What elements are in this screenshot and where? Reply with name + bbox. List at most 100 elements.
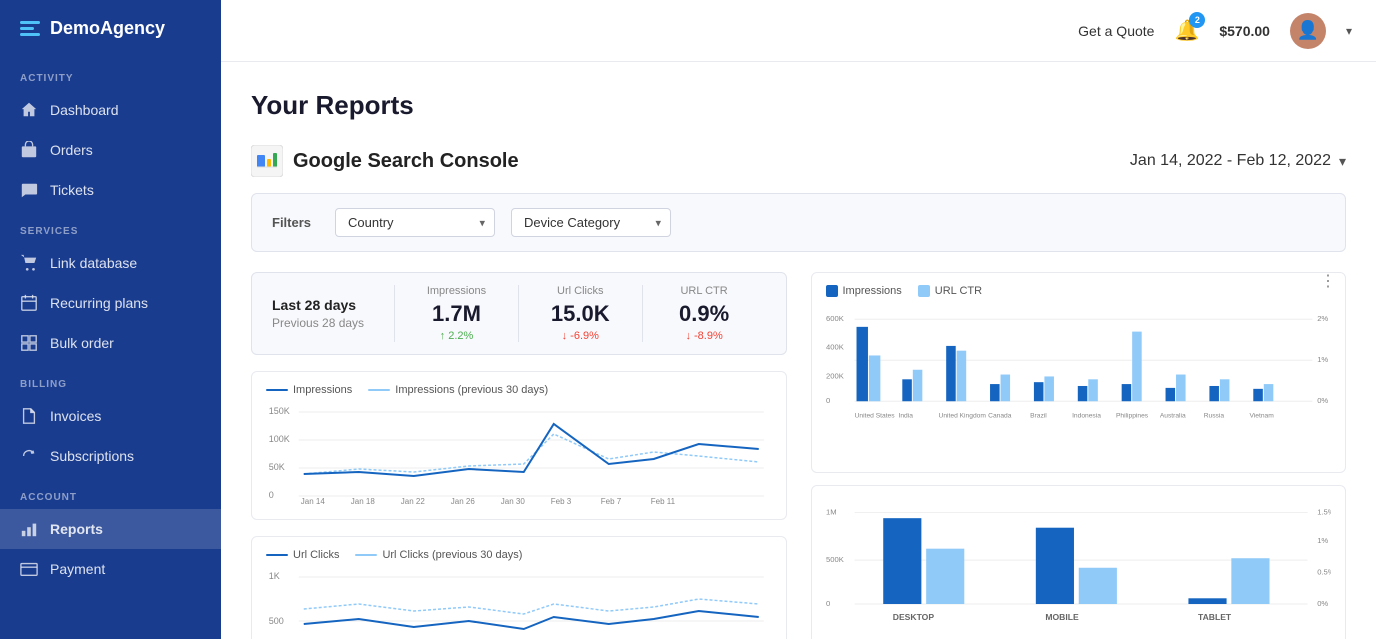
svg-text:0%: 0% xyxy=(1317,598,1328,607)
sidebar-item-label: Reports xyxy=(50,521,103,537)
svg-text:600K: 600K xyxy=(826,314,844,323)
sidebar-item-dashboard[interactable]: Dashboard xyxy=(0,90,221,130)
stats-url-clicks: Url Clicks 15.0K ↓ -6.9% xyxy=(518,285,642,342)
file-icon xyxy=(20,407,38,425)
svg-text:500: 500 xyxy=(269,616,284,626)
svg-text:Jan 30: Jan 30 xyxy=(501,497,526,506)
legend-impressions-prev-label: Impressions (previous 30 days) xyxy=(395,384,548,396)
sidebar-item-label: Dashboard xyxy=(50,102,119,118)
more-options-icon[interactable]: ⋮ xyxy=(1320,271,1337,291)
stats-period-main: Last 28 days xyxy=(272,297,364,313)
sidebar-item-label: Tickets xyxy=(50,182,94,198)
legend-url-clicks-label: Url Clicks xyxy=(293,549,339,561)
sidebar-item-recurring-plans[interactable]: Recurring plans xyxy=(0,283,221,323)
impressions-bar-square xyxy=(826,285,838,297)
stats-impressions-value: 1.7M xyxy=(415,301,498,327)
url-ctr-bar-label: URL CTR xyxy=(935,285,982,297)
legend-impressions-prev-line xyxy=(368,389,390,391)
notifications-bell[interactable]: 🔔 2 xyxy=(1174,18,1199,43)
sidebar-item-subscriptions[interactable]: Subscriptions xyxy=(0,436,221,476)
svg-text:0: 0 xyxy=(826,396,830,405)
sidebar-item-label: Link database xyxy=(50,255,137,271)
impressions-svg: 150K 100K 50K 0 Jan 14 xyxy=(266,404,772,504)
svg-text:Jan 18: Jan 18 xyxy=(351,497,376,506)
section-services: SERVICES xyxy=(0,210,221,243)
gsc-date-chevron: ▾ xyxy=(1339,153,1346,170)
url-clicks-line-chart: Url Clicks Url Clicks (previous 30 days)… xyxy=(251,536,787,639)
sidebar: DemoAgency ACTIVITY Dashboard Orders Tic… xyxy=(0,0,221,639)
svg-text:Jan 22: Jan 22 xyxy=(401,497,426,506)
svg-text:United States: United States xyxy=(854,412,895,419)
calendar-icon xyxy=(20,294,38,312)
country-filter-wrap: Country xyxy=(335,208,495,237)
page-title: Your Reports xyxy=(251,90,1346,121)
country-select[interactable]: Country xyxy=(335,208,495,237)
url-ctr-bar-square xyxy=(918,285,930,297)
sidebar-item-invoices[interactable]: Invoices xyxy=(0,396,221,436)
sidebar-item-label: Payment xyxy=(50,561,105,577)
impressions-line-chart: Impressions Impressions (previous 30 day… xyxy=(251,371,787,520)
gsc-date-text: Jan 14, 2022 - Feb 12, 2022 xyxy=(1130,152,1331,170)
gsc-title-text: Google Search Console xyxy=(293,150,519,173)
section-account: ACCOUNT xyxy=(0,476,221,509)
legend-impressions-line xyxy=(266,389,288,391)
chart-icon xyxy=(20,520,38,538)
svg-text:Indonesia: Indonesia xyxy=(1072,412,1101,419)
chat-icon xyxy=(20,181,38,199)
brand-name: DemoAgency xyxy=(50,18,165,39)
gsc-date-range[interactable]: Jan 14, 2022 - Feb 12, 2022 ▾ xyxy=(1130,152,1346,170)
svg-text:Brazil: Brazil xyxy=(1030,412,1047,419)
device-bar-chart: 1M 500K 0 1.5% 1% 0.5% 0% xyxy=(811,485,1347,639)
chart2-legend: Url Clicks Url Clicks (previous 30 days) xyxy=(266,549,772,561)
sidebar-item-reports[interactable]: Reports xyxy=(0,509,221,549)
legend-impressions: Impressions xyxy=(266,384,352,396)
device-category-filter-wrap: Device Category xyxy=(511,208,671,237)
user-avatar[interactable]: 👤 xyxy=(1290,13,1326,49)
stats-period-sub: Previous 28 days xyxy=(272,316,364,330)
sidebar-item-tickets[interactable]: Tickets xyxy=(0,170,221,210)
svg-text:150K: 150K xyxy=(269,406,290,416)
svg-text:Feb 7: Feb 7 xyxy=(601,497,622,506)
device-category-select[interactable]: Device Category xyxy=(511,208,671,237)
svg-text:Feb 3: Feb 3 xyxy=(551,497,572,506)
content-area: Your Reports Google Search Console Jan 1… xyxy=(221,62,1376,639)
stats-url-ctr-label: URL CTR xyxy=(663,285,746,297)
svg-text:Canada: Canada xyxy=(988,412,1012,419)
sidebar-item-label: Bulk order xyxy=(50,335,114,351)
sidebar-item-link-database[interactable]: Link database xyxy=(0,243,221,283)
svg-text:1M: 1M xyxy=(826,507,837,516)
legend-url-clicks-prev-line xyxy=(355,554,377,556)
device-bar-svg: 1M 500K 0 1.5% 1% 0.5% 0% xyxy=(826,498,1332,628)
country-bar-svg: 600K 400K 200K 0 2% 1% 0% xyxy=(826,305,1332,425)
legend-url-clicks: Url Clicks xyxy=(266,549,339,561)
svg-text:Philippines: Philippines xyxy=(1115,412,1148,419)
legend-url-clicks-line xyxy=(266,554,288,556)
svg-text:Jan 14: Jan 14 xyxy=(301,497,326,506)
logo-icon xyxy=(20,21,40,36)
svg-text:1K: 1K xyxy=(269,571,280,581)
stats-impressions-label: Impressions xyxy=(415,285,498,297)
country-bar-chart: Impressions URL CTR 600K 400K 200K 0 xyxy=(811,272,1347,473)
url-clicks-svg: 1K 500 0 Jan 14 Jan 18 Jan 22 Jan 26 xyxy=(266,569,772,639)
legend-impressions-prev: Impressions (previous 30 days) xyxy=(368,384,548,396)
stats-url-ctr: URL CTR 0.9% ↓ -8.9% xyxy=(642,285,766,342)
stats-url-ctr-change: ↓ -8.9% xyxy=(663,330,746,342)
balance-display: $570.00 xyxy=(1219,23,1270,39)
sidebar-item-label: Recurring plans xyxy=(50,295,148,311)
credit-card-icon xyxy=(20,560,38,578)
filters-bar: Filters Country Device Category xyxy=(251,193,1346,252)
brand-logo[interactable]: DemoAgency xyxy=(0,0,221,57)
svg-text:0.5%: 0.5% xyxy=(1317,567,1331,576)
sidebar-item-orders[interactable]: Orders xyxy=(0,130,221,170)
svg-text:50K: 50K xyxy=(269,462,285,472)
svg-text:0: 0 xyxy=(826,598,830,607)
sidebar-item-bulk-order[interactable]: Bulk order xyxy=(0,323,221,363)
get-quote-link[interactable]: Get a Quote xyxy=(1078,23,1154,39)
sidebar-item-label: Invoices xyxy=(50,408,101,424)
charts-left: Last 28 days Previous 28 days Impression… xyxy=(251,272,787,639)
gsc-title: Google Search Console xyxy=(251,145,519,177)
user-menu-chevron[interactable]: ▾ xyxy=(1346,24,1352,38)
sidebar-item-payment[interactable]: Payment xyxy=(0,549,221,589)
svg-text:Feb 11: Feb 11 xyxy=(651,497,676,506)
box-icon xyxy=(20,141,38,159)
